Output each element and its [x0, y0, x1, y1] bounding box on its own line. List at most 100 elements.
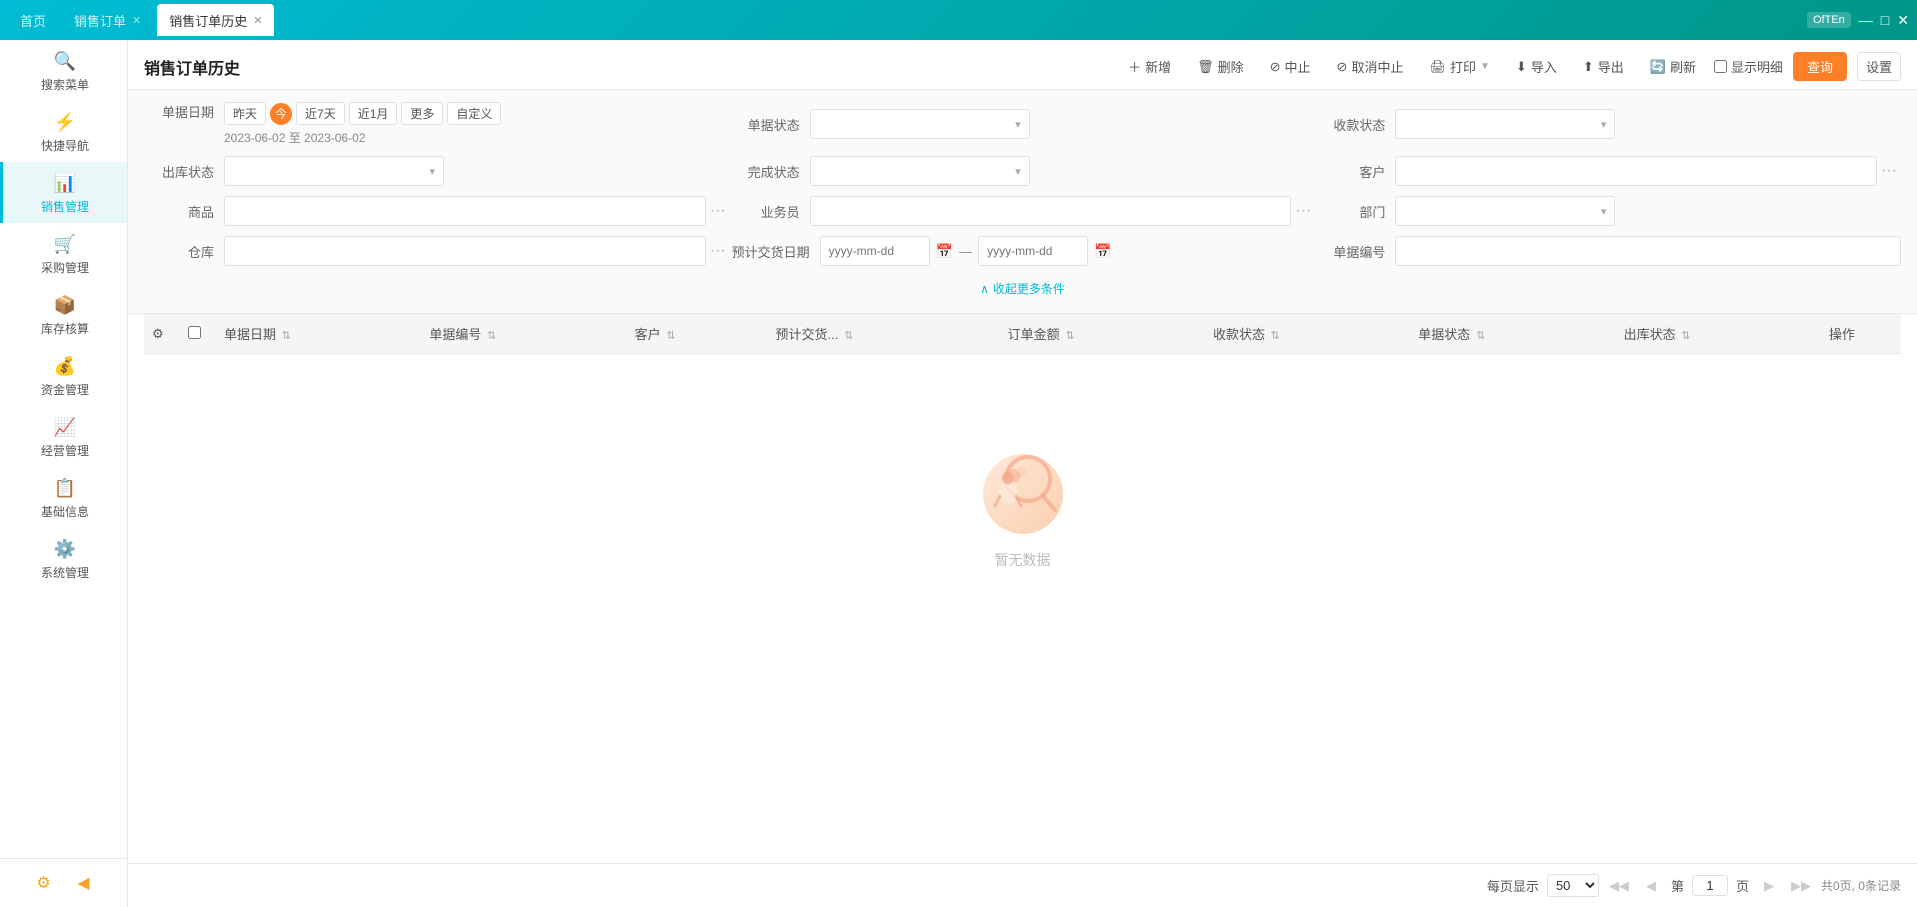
delivery-date-label: 预计交货日期 — [730, 242, 820, 261]
date-yesterday-btn[interactable]: 昨天 — [224, 102, 266, 125]
filter-salesperson-group: 业务员 ··· — [730, 196, 1316, 226]
dept-label: 部门 — [1315, 202, 1395, 221]
empty-state-row: 暂无数据 — [144, 354, 1901, 651]
sidebar-item-purchase-mgmt[interactable]: 🛒 采购管理 — [0, 223, 127, 284]
empty-state: 暂无数据 — [144, 354, 1901, 650]
th-settings[interactable]: ⚙ — [144, 314, 180, 354]
delete-button[interactable]: 🗑 删除 — [1189, 53, 1252, 80]
new-icon: ＋ — [1128, 57, 1141, 76]
stop-button[interactable]: ⊘ 中止 — [1262, 53, 1319, 80]
warehouse-label: 仓库 — [144, 242, 224, 261]
th-doc-status[interactable]: 单据状态 ⇅ — [1410, 314, 1615, 354]
doc-number-input[interactable] — [1395, 236, 1901, 266]
sidebar-item-quick-nav[interactable]: ⚡ 快捷导航 — [0, 101, 127, 162]
filter-customer-group: 客户 ··· — [1315, 156, 1901, 186]
settings-button[interactable]: 设置 — [1857, 52, 1901, 81]
sidebar-item-operation[interactable]: 📈 经营管理 — [0, 406, 127, 467]
date-1month-btn[interactable]: 近1月 — [349, 102, 398, 125]
query-button[interactable]: 查询 — [1793, 52, 1847, 81]
sidebar-settings-btn[interactable]: ⚙ — [28, 867, 60, 899]
print-button[interactable]: 🖨 打印 ▼ — [1421, 53, 1497, 80]
select-all-checkbox[interactable] — [188, 326, 201, 339]
sidebar-item-sales-mgmt-label: 销售管理 — [41, 198, 89, 215]
page-size-select[interactable]: 50 10 20 100 — [1547, 874, 1599, 897]
minimize-btn[interactable]: — — [1859, 12, 1873, 28]
th-outbound-status[interactable]: 出库状态 ⇅ — [1616, 314, 1821, 354]
date-control-group: 昨天 今 近7天 近1月 更多 自定义 2023-06-02 至 2023-06… — [224, 102, 501, 146]
th-doc-number[interactable]: 单据编号 ⇅ — [421, 314, 626, 354]
th-customer[interactable]: 客户 ⇅ — [627, 314, 768, 354]
salesperson-ellipsis-btn[interactable]: ··· — [1291, 202, 1315, 220]
sidebar-item-sales-mgmt[interactable]: 📊 销售管理 — [0, 162, 127, 223]
doc-status-select[interactable]: ▾ — [810, 109, 1030, 139]
data-table: ⚙ 单据日期 ⇅ 单据编号 ⇅ 客户 — [144, 314, 1901, 650]
th-checkbox[interactable] — [180, 314, 216, 354]
next-page-btn[interactable]: ▶ — [1757, 874, 1781, 898]
new-button[interactable]: ＋ 新增 — [1120, 53, 1179, 80]
customer-input[interactable] — [1395, 156, 1877, 186]
tab-sales-order-close[interactable]: ✕ — [132, 14, 141, 27]
first-page-btn[interactable]: ◀◀ — [1607, 874, 1631, 898]
date-custom-btn[interactable]: 自定义 — [447, 102, 501, 125]
export-button[interactable]: ⬆ 导出 — [1575, 53, 1632, 80]
close-window-btn[interactable]: ✕ — [1897, 12, 1909, 29]
inventory-icon: 📦 — [54, 294, 76, 316]
import-button[interactable]: ⬇ 导入 — [1508, 53, 1565, 80]
sidebar-item-operation-label: 经营管理 — [41, 442, 89, 459]
last-page-btn[interactable]: ▶▶ — [1789, 874, 1813, 898]
outbound-status-select[interactable]: ▾ — [224, 156, 444, 186]
goods-input[interactable] — [224, 196, 706, 226]
collapse-more-btn[interactable]: ∧ 收起更多条件 — [144, 276, 1901, 301]
completion-status-select[interactable]: ▾ — [810, 156, 1030, 186]
payment-status-select[interactable]: ▾ — [1395, 109, 1615, 139]
filter-area: 单据日期 昨天 今 近7天 近1月 更多 自定义 2023-06-02 至 20… — [128, 90, 1917, 314]
sidebar-item-finance[interactable]: 💰 资金管理 — [0, 345, 127, 406]
dept-select[interactable]: ▾ — [1395, 196, 1615, 226]
filter-delivery-date-group: 预计交货日期 📅 — 📅 — [730, 236, 1316, 266]
current-page-input[interactable] — [1692, 875, 1728, 896]
completion-status-arrow: ▾ — [1015, 165, 1021, 178]
cancel-stop-button[interactable]: ⊘ 取消中止 — [1329, 53, 1412, 80]
sidebar-item-search-menu[interactable]: 🔍 搜索菜单 — [0, 40, 127, 101]
date-7days-btn[interactable]: 近7天 — [296, 102, 345, 125]
warehouse-ellipsis-btn[interactable]: ··· — [706, 242, 730, 260]
table-header-row: ⚙ 单据日期 ⇅ 单据编号 ⇅ 客户 — [144, 314, 1901, 354]
th-outbound-status-label: 出库状态 — [1624, 327, 1676, 342]
date-more-btn[interactable]: 更多 — [401, 102, 443, 125]
sidebar-item-inventory[interactable]: 📦 库存核算 — [0, 284, 127, 345]
tab-sales-order-history-label: 销售订单历史 — [169, 11, 247, 30]
salesperson-input[interactable] — [810, 196, 1292, 226]
display-detail-input[interactable] — [1714, 60, 1727, 73]
delivery-date-end[interactable] — [978, 236, 1088, 266]
display-detail-checkbox[interactable]: 显示明细 — [1714, 57, 1783, 76]
delivery-date-start-icon[interactable]: 📅 — [936, 243, 953, 260]
date-today-btn[interactable]: 今 — [270, 103, 292, 125]
sidebar-item-sys-mgmt[interactable]: ⚙️ 系统管理 — [0, 528, 127, 589]
toolbar: ＋ 新增 🗑 删除 ⊘ 中止 ⊘ 取消中止 🖨 打印 — [1120, 52, 1901, 81]
tab-home[interactable]: 首页 — [8, 4, 58, 36]
tab-sales-order[interactable]: 销售订单 ✕ — [62, 4, 153, 36]
filter-doc-date-group: 单据日期 昨天 今 近7天 近1月 更多 自定义 2023-06-02 至 20… — [144, 102, 730, 146]
display-detail-label: 显示明细 — [1731, 57, 1783, 76]
tab-sales-order-history-close[interactable]: ✕ — [253, 14, 262, 27]
maximize-btn[interactable]: □ — [1881, 12, 1889, 28]
refresh-button[interactable]: 🔄 刷新 — [1642, 53, 1704, 80]
date-range-text: 2023-06-02 至 2023-06-02 — [224, 129, 501, 146]
basic-info-icon: 📋 — [54, 477, 76, 499]
delivery-date-end-icon[interactable]: 📅 — [1094, 243, 1111, 260]
content-area: 销售订单历史 ＋ 新增 🗑 删除 ⊘ 中止 ⊘ 取消中止 — [128, 40, 1917, 907]
th-doc-date[interactable]: 单据日期 ⇅ — [216, 314, 421, 354]
prev-page-btn[interactable]: ◀ — [1639, 874, 1663, 898]
customer-ellipsis-btn[interactable]: ··· — [1877, 162, 1901, 180]
delivery-date-start[interactable] — [820, 236, 930, 266]
sidebar-collapse-btn[interactable]: ◀ — [68, 867, 100, 899]
sidebar-item-basic-info[interactable]: 📋 基础信息 — [0, 467, 127, 528]
th-expected-delivery[interactable]: 预计交货... ⇅ — [768, 314, 1000, 354]
sidebar-item-finance-label: 资金管理 — [41, 381, 89, 398]
goods-ellipsis-btn[interactable]: ··· — [706, 202, 730, 220]
th-order-amount[interactable]: 订单金额 ⇅ — [1000, 314, 1205, 354]
tab-sales-order-history[interactable]: 销售订单历史 ✕ — [157, 4, 274, 36]
warehouse-input[interactable] — [224, 236, 706, 266]
salesperson-input-group: ··· — [810, 196, 1316, 226]
th-payment-status[interactable]: 收款状态 ⇅ — [1205, 314, 1410, 354]
